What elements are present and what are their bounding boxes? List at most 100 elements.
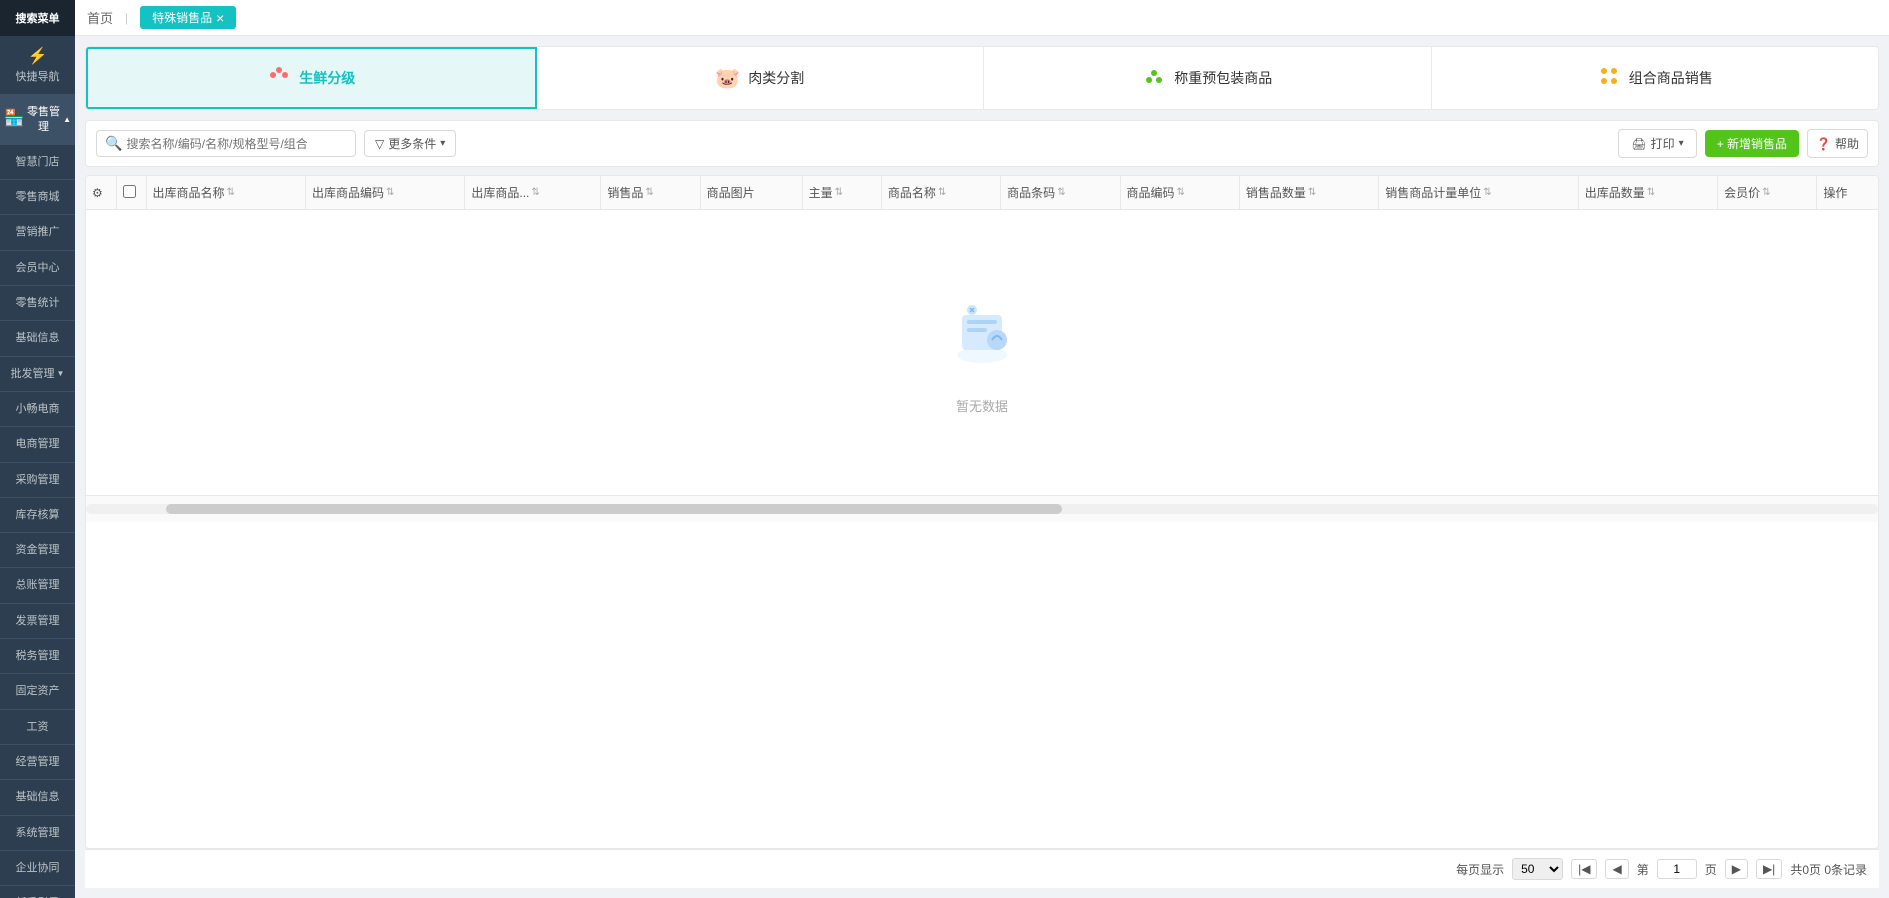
th-sales-qty[interactable]: 销售品数量 ⇅ (1239, 176, 1378, 210)
th-settings[interactable]: ⚙ (86, 176, 116, 210)
ledger-mgmt-label: 总账管理 (16, 578, 60, 592)
meat-tab-icon: 🐷 (715, 66, 740, 91)
th-main-qty[interactable]: 主量 ⇅ (802, 176, 881, 210)
cat-tab-weighed[interactable]: 称重预包装商品 (984, 47, 1432, 109)
pagination: 每页显示 50 10 20 100 |◀ ◀ 第 页 ▶ ▶| 共0页 0条记录 (85, 849, 1879, 888)
sidebar-item-retail-stats[interactable]: 零售统计 (0, 286, 75, 321)
th-product-image: 商品图片 (700, 176, 802, 210)
ecommerce-label: 小畅电商 (16, 402, 60, 416)
horizontal-scrollbar[interactable] (86, 504, 1878, 514)
retail-mgmt-arrow: ▲ (63, 115, 71, 124)
sidebar: 搜索菜单 ⚡ 快捷导航 🏪 零售管理 ▲ 智慧门店 零售商城 营销推广 会员中心… (0, 0, 75, 898)
smart-store-label: 智慧门店 (16, 155, 60, 169)
prev-page-button[interactable]: ◀ (1605, 859, 1628, 879)
purchase-mgmt-label: 采购管理 (16, 473, 60, 487)
page-number-input[interactable] (1657, 859, 1697, 879)
sidebar-item-quick-nav[interactable]: ⚡ 快捷导航 (0, 36, 75, 95)
th-sales-item[interactable]: 销售品 ⇅ (601, 176, 700, 210)
select-all-checkbox[interactable] (123, 185, 136, 198)
last-page-button[interactable]: ▶| (1756, 859, 1782, 879)
sidebar-item-retail-mall[interactable]: 零售商城 (0, 180, 75, 215)
sidebar-item-smart-store[interactable]: 智慧门店 (0, 145, 75, 180)
sort-icon-outbound-code: ⇅ (386, 187, 394, 198)
business-mgmt-label: 经营管理 (16, 755, 60, 769)
data-table: ⚙ 出库商品名称 ⇅ 出库商 (86, 176, 1878, 495)
sidebar-item-business-mgmt[interactable]: 经营管理 (0, 745, 75, 780)
search-input[interactable] (126, 137, 346, 151)
settings-gear-icon[interactable]: ⚙ (92, 186, 103, 200)
sidebar-logo[interactable]: 搜索菜单 (0, 0, 75, 36)
tab-close-button[interactable]: × (216, 10, 224, 26)
sidebar-item-inventory[interactable]: 库存核算 (0, 498, 75, 533)
breadcrumb-home[interactable]: 首页 (87, 8, 113, 27)
sidebar-item-purchase-mgmt[interactable]: 采购管理 (0, 463, 75, 498)
sidebar-item-retail-mgmt[interactable]: 🏪 零售管理 ▲ (0, 95, 75, 145)
print-button[interactable]: 🖨 打印 ▾ (1618, 129, 1696, 158)
sidebar-item-tax-mgmt[interactable]: 税务管理 (0, 639, 75, 674)
sidebar-item-fund-mgmt[interactable]: 资金管理 (0, 533, 75, 568)
sidebar-item-enterprise-collab[interactable]: 企业协同 (0, 851, 75, 886)
cat-tab-meat[interactable]: 🐷 肉类分割 (537, 47, 985, 109)
sidebar-item-ecommerce[interactable]: 小畅电商 (0, 392, 75, 427)
system-mgmt-label: 系统管理 (16, 826, 60, 840)
sort-icon-sales-item: ⇅ (645, 187, 653, 198)
cat-tab-combo[interactable]: 组合商品销售 (1432, 47, 1879, 109)
active-tab-pill[interactable]: 特殊销售品 × (140, 6, 236, 29)
basic-info-label: 基础信息 (16, 331, 60, 345)
th-sales-unit[interactable]: 销售商品计量单位 ⇅ (1379, 176, 1579, 210)
th-outbound-qty[interactable]: 出库品数量 ⇅ (1578, 176, 1717, 210)
th-product-name[interactable]: 商品名称 ⇅ (881, 176, 1000, 210)
meat-tab-label: 肉类分割 (748, 68, 804, 88)
sidebar-item-basic-info[interactable]: 基础信息 (0, 321, 75, 356)
enterprise-collab-label: 企业协同 (16, 861, 60, 875)
help-label: 帮助 (1835, 135, 1859, 152)
th-product-barcode[interactable]: 商品条码 ⇅ (1001, 176, 1120, 210)
topbar: 首页 | 特殊销售品 × (75, 0, 1889, 36)
per-page-select[interactable]: 50 10 20 100 (1512, 858, 1563, 880)
print-icon: 🖨 (1631, 137, 1646, 151)
sort-icon-product-barcode: ⇅ (1057, 187, 1065, 198)
th-outbound-spec[interactable]: 出库商品... ⇅ (465, 176, 601, 210)
table-header-row: ⚙ 出库商品名称 ⇅ 出库商 (86, 176, 1878, 210)
quick-nav-icon: ⚡ (28, 46, 48, 66)
help-button[interactable]: ❓ 帮助 (1807, 129, 1868, 158)
sidebar-item-salary[interactable]: 工资 (0, 710, 75, 745)
sidebar-item-wholesale-mgmt[interactable]: 批发管理 ▼ (0, 357, 75, 392)
search-icon: 🔍 (105, 135, 122, 152)
sidebar-item-member-center[interactable]: 会员中心 (0, 251, 75, 286)
salary-label: 工资 (27, 720, 49, 734)
fresh-tab-icon (267, 63, 291, 93)
filter-button[interactable]: ▽ 更多条件 ▾ (364, 130, 456, 157)
invoice-mgmt-label: 发票管理 (16, 614, 60, 628)
sidebar-item-ledger-mgmt[interactable]: 总账管理 (0, 568, 75, 603)
first-page-button[interactable]: |◀ (1571, 859, 1597, 879)
th-outbound-name[interactable]: 出库商品名称 ⇅ (146, 176, 305, 210)
th-member-price[interactable]: 会员价 ⇅ (1718, 176, 1817, 210)
wholesale-arrow-icon: ▼ (57, 369, 65, 378)
add-label: + 新增销售品 (1717, 135, 1787, 152)
marketing-label: 营销推广 (16, 225, 60, 239)
sidebar-item-invoice-mgmt[interactable]: 发票管理 (0, 604, 75, 639)
weighed-tab-icon (1142, 63, 1166, 93)
th-outbound-code[interactable]: 出库商品编码 ⇅ (305, 176, 464, 210)
sort-icon-member-price: ⇅ (1762, 187, 1770, 198)
retail-mall-label: 零售商城 (16, 190, 60, 204)
cat-tab-fresh[interactable]: 生鲜分级 (86, 47, 537, 109)
sidebar-item-marketing[interactable]: 营销推广 (0, 215, 75, 250)
sidebar-item-system-mgmt[interactable]: 系统管理 (0, 816, 75, 851)
sidebar-item-fixed-assets[interactable]: 固定资产 (0, 674, 75, 709)
search-box[interactable]: 🔍 (96, 130, 356, 157)
sidebar-item-basic-info2[interactable]: 基础信息 (0, 780, 75, 815)
th-product-code[interactable]: 商品编码 ⇅ (1120, 176, 1239, 210)
empty-icon (942, 290, 1022, 384)
next-page-button[interactable]: ▶ (1725, 859, 1748, 879)
category-tabs: 生鲜分级 🐷 肉类分割 称重预包装商品 (85, 46, 1879, 110)
page-label: 页 (1705, 861, 1717, 878)
table-body: 暂无数据 (86, 210, 1878, 496)
sidebar-item-ecommerce-mgmt[interactable]: 电商管理 (0, 427, 75, 462)
th-checkbox[interactable] (116, 176, 146, 210)
fixed-assets-label: 固定资产 (16, 684, 60, 698)
sidebar-item-beginner-guide[interactable]: 新手引导 (0, 886, 75, 898)
add-button[interactable]: + 新增销售品 (1705, 130, 1799, 157)
filter-icon: ▽ (375, 137, 384, 151)
